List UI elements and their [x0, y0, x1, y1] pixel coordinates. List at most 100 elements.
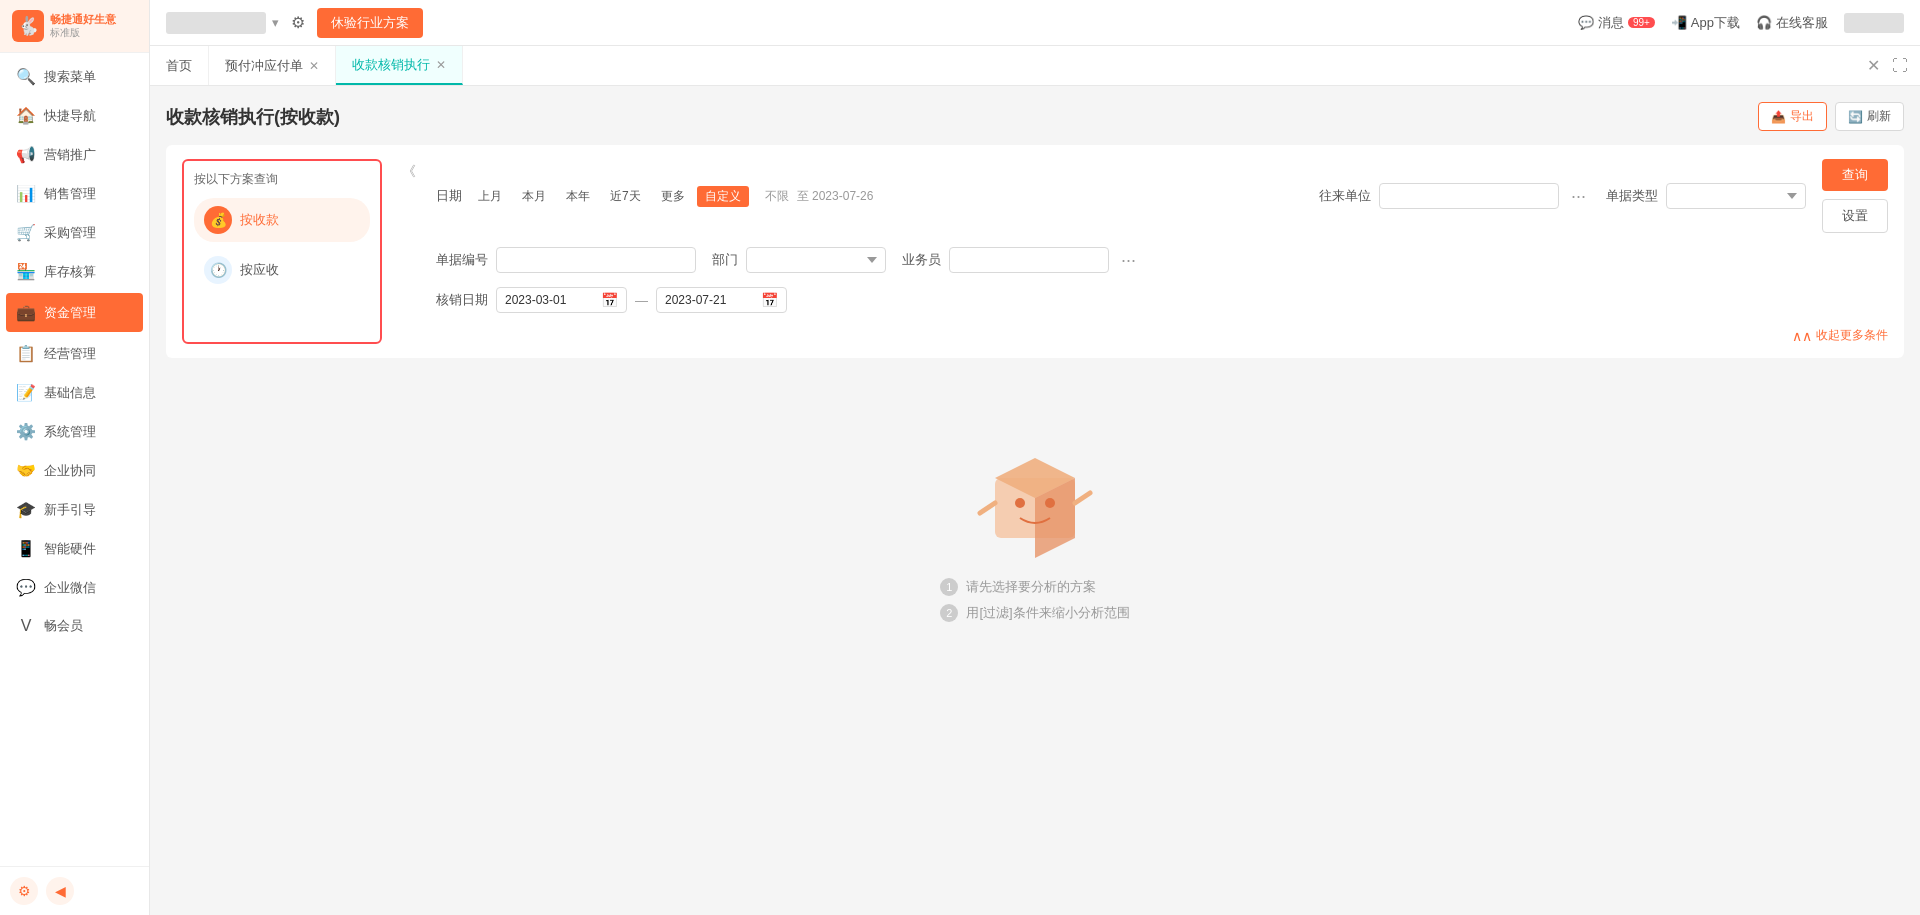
salesman-input[interactable] [949, 247, 1109, 273]
marketing-icon: 📢 [16, 145, 36, 164]
sidebar-item-enterprise-wechat[interactable]: 💬 企业微信 [0, 568, 149, 607]
smart-hardware-icon: 📱 [16, 539, 36, 558]
date-no-limit-label: 不限 [765, 188, 789, 205]
enterprise-wechat-icon: 💬 [16, 578, 36, 597]
date-btn-custom[interactable]: 自定义 [697, 186, 749, 207]
sidebar-item-guide[interactable]: 🎓 新手引导 [0, 490, 149, 529]
app-edition: 标准版 [50, 26, 116, 40]
messages-action[interactable]: 💬 消息 99+ [1578, 14, 1655, 32]
sidebar-item-system[interactable]: ⚙️ 系统管理 [0, 412, 149, 451]
department-select[interactable] [746, 247, 886, 273]
sidebar-item-basic-info[interactable]: 📝 基础信息 [0, 373, 149, 412]
export-button[interactable]: 📤 导出 [1758, 102, 1827, 131]
online-service-label: 在线客服 [1776, 14, 1828, 32]
purchase-icon: 🛒 [16, 223, 36, 242]
date-limit-info: 不限 至 2023-07-26 [765, 188, 874, 205]
sidebar-settings-btn[interactable]: ⚙ [10, 877, 38, 905]
date-btn-more[interactable]: 更多 [653, 186, 693, 207]
verify-date-end-cal-icon[interactable]: 📅 [761, 292, 778, 308]
salesman-more-icon[interactable]: ··· [1117, 250, 1140, 271]
header-user[interactable] [1844, 13, 1904, 33]
tab-verify-close[interactable]: ✕ [436, 58, 446, 72]
tab-home[interactable]: 首页 [150, 46, 209, 85]
filter-option-receipt-label: 按收款 [240, 211, 279, 229]
shortcut-icon: 🏠 [16, 106, 36, 125]
date-quick-btns: 上月 本月 本年 近7天 更多 自定义 [470, 186, 749, 207]
sidebar-item-inventory[interactable]: 🏪 库存核算 [0, 252, 149, 291]
system-icon: ⚙️ [16, 422, 36, 441]
sidebar-logo: 🐇 畅捷通好生意 标准版 [0, 0, 149, 53]
filter-department-field: 部门 [712, 247, 886, 273]
tab-prepay[interactable]: 预付冲应付单 ✕ [209, 46, 336, 85]
header-dropdown-icon[interactable]: ▾ [272, 15, 279, 30]
sidebar-item-enterprise[interactable]: 🤝 企业协同 [0, 451, 149, 490]
date-label: 日期 [436, 187, 462, 205]
app-download-label: App下载 [1691, 14, 1740, 32]
verify-date-end-wrapper: 📅 [656, 287, 787, 313]
counterpart-more-icon[interactable]: ··· [1567, 186, 1590, 207]
empty-illustration [975, 438, 1095, 558]
date-btn-this-year[interactable]: 本年 [558, 186, 598, 207]
collapse-chevron-icon: ∧∧ [1792, 328, 1812, 344]
sidebar-collapse-btn[interactable]: ◀ [46, 877, 74, 905]
svg-point-3 [1015, 498, 1025, 508]
operations-icon: 📋 [16, 344, 36, 363]
sidebar-item-sales[interactable]: 📊 销售管理 [0, 174, 149, 213]
receipt-icon: 💰 [204, 206, 232, 234]
svg-line-5 [980, 503, 995, 513]
tab-close-action[interactable]: ✕ [1863, 52, 1884, 79]
tip-num-2: 2 [940, 604, 958, 622]
verify-date-start-cal-icon[interactable]: 📅 [601, 292, 618, 308]
header-settings-icon[interactable]: ⚙ [291, 13, 305, 32]
app-download-action[interactable]: 📲 App下载 [1671, 14, 1740, 32]
tab-prepay-close[interactable]: ✕ [309, 59, 319, 73]
sidebar-item-member[interactable]: V 畅会员 [0, 607, 149, 645]
top-header: ▾ ⚙ 休验行业方案 💬 消息 99+ 📲 App下载 🎧 在线客服 [150, 0, 1920, 46]
verify-date-end-input[interactable] [665, 293, 755, 307]
settings-button[interactable]: 设置 [1822, 199, 1888, 233]
filter-collapse-toggle[interactable]: 《 [394, 159, 424, 344]
query-button[interactable]: 查询 [1822, 159, 1888, 191]
online-service-action[interactable]: 🎧 在线客服 [1756, 14, 1828, 32]
filter-row-1: 日期 上月 本月 本年 近7天 更多 自定义 不限 至 2023-07-26 [436, 159, 1888, 233]
tab-verify-label: 收款核销执行 [352, 56, 430, 74]
sidebar-item-search[interactable]: 🔍 搜索菜单 [0, 57, 149, 96]
refresh-icon: 🔄 [1848, 110, 1863, 124]
header-logo-area: ▾ [166, 12, 279, 34]
guide-icon: 🎓 [16, 500, 36, 519]
sidebar-item-marketing[interactable]: 📢 营销推广 [0, 135, 149, 174]
app-name: 畅捷通好生意 [50, 12, 116, 26]
sidebar-item-purchase[interactable]: 🛒 采购管理 [0, 213, 149, 252]
tab-expand-action[interactable]: ⛶ [1888, 53, 1912, 79]
doc-type-select[interactable] [1666, 183, 1806, 209]
export-icon: 📤 [1771, 110, 1786, 124]
verify-date-start-input[interactable] [505, 293, 595, 307]
date-btn-last-month[interactable]: 上月 [470, 186, 510, 207]
messages-label: 消息 [1598, 14, 1624, 32]
refresh-button[interactable]: 🔄 刷新 [1835, 102, 1904, 131]
collapse-more-btn[interactable]: ∧∧ 收起更多条件 [436, 327, 1888, 344]
filter-option-by-receipt[interactable]: 💰 按收款 [194, 198, 370, 242]
doc-number-label: 单据编号 [436, 251, 488, 269]
industry-btn[interactable]: 休验行业方案 [317, 8, 423, 38]
tip-num-1: 1 [940, 578, 958, 596]
filter-date-field: 日期 上月 本月 本年 近7天 更多 自定义 [436, 186, 749, 207]
message-icon: 💬 [1578, 15, 1594, 30]
counterpart-input[interactable] [1379, 183, 1559, 209]
filter-option-by-receivable[interactable]: 🕐 按应收 [194, 248, 370, 292]
doc-number-input[interactable] [496, 247, 696, 273]
header-logo [166, 12, 266, 34]
filter-row-2: 单据编号 部门 业务员 ··· [436, 247, 1888, 273]
sidebar-item-smart-hardware[interactable]: 📱 智能硬件 [0, 529, 149, 568]
tab-verify[interactable]: 收款核销执行 ✕ [336, 46, 463, 85]
empty-tip-2: 2 用[过滤]条件来缩小分析范围 [940, 604, 1129, 622]
sidebar-item-shortcut[interactable]: 🏠 快捷导航 [0, 96, 149, 135]
date-btn-this-month[interactable]: 本月 [514, 186, 554, 207]
filter-action-buttons: 查询 设置 [1822, 159, 1888, 233]
sidebar-item-operations[interactable]: 📋 经营管理 [0, 334, 149, 373]
sidebar-item-finance[interactable]: 💼 资金管理 [6, 293, 143, 332]
date-btn-7days[interactable]: 近7天 [602, 186, 649, 207]
finance-icon: 💼 [16, 303, 36, 322]
empty-tip-1: 1 请先选择要分析的方案 [940, 578, 1129, 596]
header-actions: 💬 消息 99+ 📲 App下载 🎧 在线客服 [1578, 13, 1904, 33]
